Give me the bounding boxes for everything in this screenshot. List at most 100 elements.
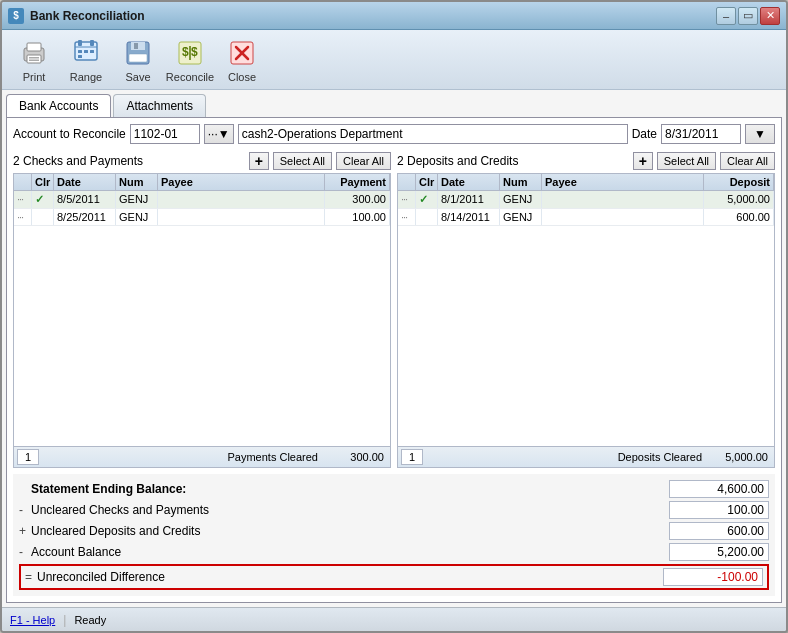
- row2-date: 8/25/2011: [54, 209, 116, 225]
- range-icon: [70, 37, 102, 69]
- dep-row1-num: GENJ: [500, 191, 542, 208]
- deposits-table-footer: Deposits Cleared 5,000.00: [398, 446, 774, 467]
- uncleared-checks-value: 100.00: [669, 501, 769, 519]
- checks-add-button[interactable]: +: [249, 152, 269, 170]
- dep-row1-amount: 5,000.00: [704, 191, 774, 208]
- date-label: Date: [632, 127, 657, 141]
- dep-row1-payee: [542, 191, 704, 208]
- row1-date: 8/5/2011: [54, 191, 116, 208]
- date-dropdown-button[interactable]: ▼: [745, 124, 775, 144]
- uncleared-checks-prefix: -: [19, 503, 31, 517]
- deposits-footer-label: Deposits Cleared: [427, 451, 706, 463]
- account-balance-row: - Account Balance 5,200.00: [19, 543, 769, 561]
- deposits-add-button[interactable]: +: [633, 152, 653, 170]
- restore-button[interactable]: ▭: [738, 7, 758, 25]
- account-balance-label: Account Balance: [31, 545, 669, 559]
- tab-bank-accounts[interactable]: Bank Accounts: [6, 94, 111, 117]
- dep-row2-payee: [542, 209, 704, 225]
- row2-amount: 100.00: [325, 209, 390, 225]
- checks-select-all-button[interactable]: Select All: [273, 152, 332, 170]
- checks-row-1[interactable]: ··· ✓ 8/5/2011 GENJ 300.00: [14, 191, 390, 209]
- unreconciled-row: = Unreconciled Difference -100.00: [19, 564, 769, 590]
- svg-text:$: $: [182, 45, 189, 59]
- checks-col-payment: Payment: [325, 174, 390, 190]
- svg-rect-11: [90, 50, 94, 53]
- deposits-table-body: ··· ✓ 8/1/2011 GENJ 5,000.00 ··· 8/14/20: [398, 191, 774, 446]
- dep-row2-num: GENJ: [500, 209, 542, 225]
- reconcile-label: Reconcile: [166, 71, 214, 83]
- row1-amount: 300.00: [325, 191, 390, 208]
- status-ready: Ready: [74, 614, 106, 626]
- deposits-col-deposit: Deposit: [704, 174, 774, 190]
- unreconciled-label: Unreconciled Difference: [37, 570, 663, 584]
- checks-col-payee: Payee: [158, 174, 325, 190]
- checks-title: 2 Checks and Payments: [13, 154, 245, 168]
- window-title: Bank Reconciliation: [30, 9, 714, 23]
- print-button[interactable]: Print: [10, 32, 58, 88]
- checks-row-2[interactable]: ··· 8/25/2011 GENJ 100.00: [14, 209, 390, 226]
- checks-cleared-count[interactable]: [17, 449, 39, 465]
- close-tool-label: Close: [228, 71, 256, 83]
- deposits-row-2[interactable]: ··· 8/14/2011 GENJ 600.00: [398, 209, 774, 226]
- status-bar: F1 - Help | Ready: [2, 607, 786, 631]
- close-tool-button[interactable]: Close: [218, 32, 266, 88]
- minimize-button[interactable]: –: [716, 7, 736, 25]
- unreconciled-value: -100.00: [663, 568, 763, 586]
- row2-payee: [158, 209, 325, 225]
- account-row: Account to Reconcile ···▼ Date ▼: [13, 124, 775, 144]
- help-link[interactable]: F1 - Help: [10, 614, 55, 626]
- checks-col-date: Date: [54, 174, 116, 190]
- svg-rect-2: [27, 55, 41, 63]
- deposits-clear-all-button[interactable]: Clear All: [720, 152, 775, 170]
- tab-attachments[interactable]: Attachments: [113, 94, 206, 117]
- title-bar: $ Bank Reconciliation – ▭ ✕: [2, 2, 786, 30]
- deposits-col-num: Num: [500, 174, 542, 190]
- deposits-table-header: Clr Date Num Payee Deposit: [398, 174, 774, 191]
- account-lookup-button[interactable]: ···▼: [204, 124, 234, 144]
- row2-clr: [32, 209, 54, 225]
- checks-clear-all-button[interactable]: Clear All: [336, 152, 391, 170]
- svg-rect-10: [84, 50, 88, 53]
- checks-table: Clr Date Num Payee Payment ··· ✓ 8/5/201…: [13, 173, 391, 468]
- save-icon: [122, 37, 154, 69]
- checks-table-footer: Payments Cleared 300.00: [14, 446, 390, 467]
- account-number-input[interactable]: [130, 124, 200, 144]
- dep-row2-clr: [416, 209, 438, 225]
- uncleared-deposits-prefix: +: [19, 524, 31, 538]
- deposits-header: 2 Deposits and Credits + Select All Clea…: [397, 152, 775, 170]
- dep-row2-date: 8/14/2011: [438, 209, 500, 225]
- range-label: Range: [70, 71, 102, 83]
- account-to-reconcile-label: Account to Reconcile: [13, 127, 126, 141]
- save-button[interactable]: Save: [114, 32, 162, 88]
- main-window: $ Bank Reconciliation – ▭ ✕ Print: [0, 0, 788, 633]
- print-label: Print: [23, 71, 46, 83]
- close-button[interactable]: ✕: [760, 7, 780, 25]
- svg-rect-8: [90, 40, 94, 46]
- row2-dots: ···: [14, 209, 32, 225]
- ending-balance-value: 4,600.00: [669, 480, 769, 498]
- checks-footer-label: Payments Cleared: [43, 451, 322, 463]
- lookup-icon: ···▼: [208, 127, 230, 141]
- dep-row1-date: 8/1/2011: [438, 191, 500, 208]
- date-input[interactable]: [661, 124, 741, 144]
- deposits-row-1[interactable]: ··· ✓ 8/1/2011 GENJ 5,000.00: [398, 191, 774, 209]
- deposits-select-all-button[interactable]: Select All: [657, 152, 716, 170]
- account-name-input[interactable]: [238, 124, 628, 144]
- app-icon: $: [8, 8, 24, 24]
- deposits-footer-amount: 5,000.00: [706, 451, 771, 463]
- deposits-col-dots: [398, 174, 416, 190]
- uncleared-checks-row: - Uncleared Checks and Payments 100.00: [19, 501, 769, 519]
- ending-balance-label: Statement Ending Balance:: [31, 482, 669, 496]
- account-balance-value: 5,200.00: [669, 543, 769, 561]
- close-tool-icon: [226, 37, 258, 69]
- uncleared-deposits-row: + Uncleared Deposits and Credits 600.00: [19, 522, 769, 540]
- dep-row1-clr: ✓: [416, 191, 438, 208]
- svg-rect-15: [134, 43, 138, 49]
- reconcile-button[interactable]: $ $ Reconcile: [166, 32, 214, 88]
- range-button[interactable]: Range: [62, 32, 110, 88]
- svg-rect-1: [27, 43, 41, 51]
- deposits-cleared-count[interactable]: [401, 449, 423, 465]
- checks-header: 2 Checks and Payments + Select All Clear…: [13, 152, 391, 170]
- deposits-title: 2 Deposits and Credits: [397, 154, 629, 168]
- main-panel: Account to Reconcile ···▼ Date ▼ 2 Check…: [6, 117, 782, 603]
